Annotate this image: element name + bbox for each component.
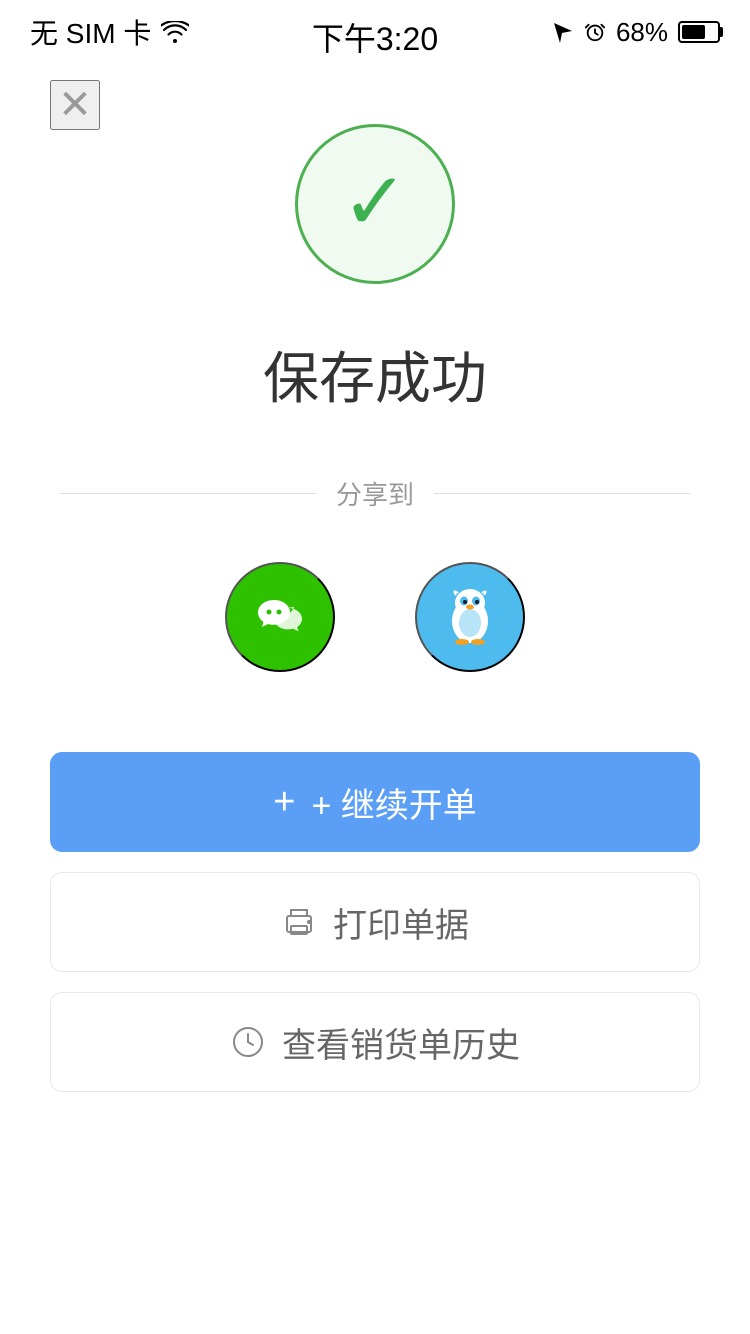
status-left: 无 SIM 卡	[30, 12, 189, 52]
print-label: 打印单据	[333, 898, 469, 947]
qq-share-button[interactable]	[415, 562, 525, 672]
battery-icon	[678, 21, 720, 43]
divider-line-right	[434, 493, 690, 494]
success-circle: ✓	[295, 124, 455, 284]
location-icon	[552, 21, 574, 43]
share-icons	[225, 562, 525, 672]
battery-percent: 68%	[616, 17, 668, 48]
history-button[interactable]: 查看销货单历史	[50, 992, 700, 1092]
share-label: 分享到	[316, 475, 434, 512]
main-content: ✓ 保存成功 分享到	[0, 64, 750, 1092]
print-button[interactable]: 打印单据	[50, 872, 700, 972]
divider-line-left	[60, 493, 316, 494]
success-title: 保存成功	[263, 334, 487, 415]
status-bar: 无 SIM 卡 下午3:20 68%	[0, 0, 750, 64]
share-divider: 分享到	[0, 475, 750, 512]
wifi-icon	[161, 21, 189, 43]
continue-button[interactable]: + + 继续开单	[50, 752, 700, 852]
close-icon: ✕	[58, 85, 92, 125]
status-time: 下午3:20	[312, 14, 438, 60]
wechat-share-button[interactable]	[225, 562, 335, 672]
continue-plus-icon: +	[273, 781, 295, 824]
no-sim-text: 无 SIM 卡	[30, 12, 151, 52]
print-icon	[281, 904, 317, 940]
history-label: 查看销货单历史	[282, 1018, 520, 1067]
checkmark-icon: ✓	[341, 162, 408, 242]
continue-label: + 继续开单	[311, 778, 476, 827]
action-buttons: + + 继续开单 打印单据 查看销货单历史	[0, 752, 750, 1092]
alarm-icon	[584, 21, 606, 43]
status-right: 68%	[552, 17, 720, 48]
qq-icon	[438, 585, 503, 650]
wechat-icon	[248, 590, 313, 645]
history-icon	[230, 1024, 266, 1060]
close-button[interactable]: ✕	[50, 80, 100, 130]
